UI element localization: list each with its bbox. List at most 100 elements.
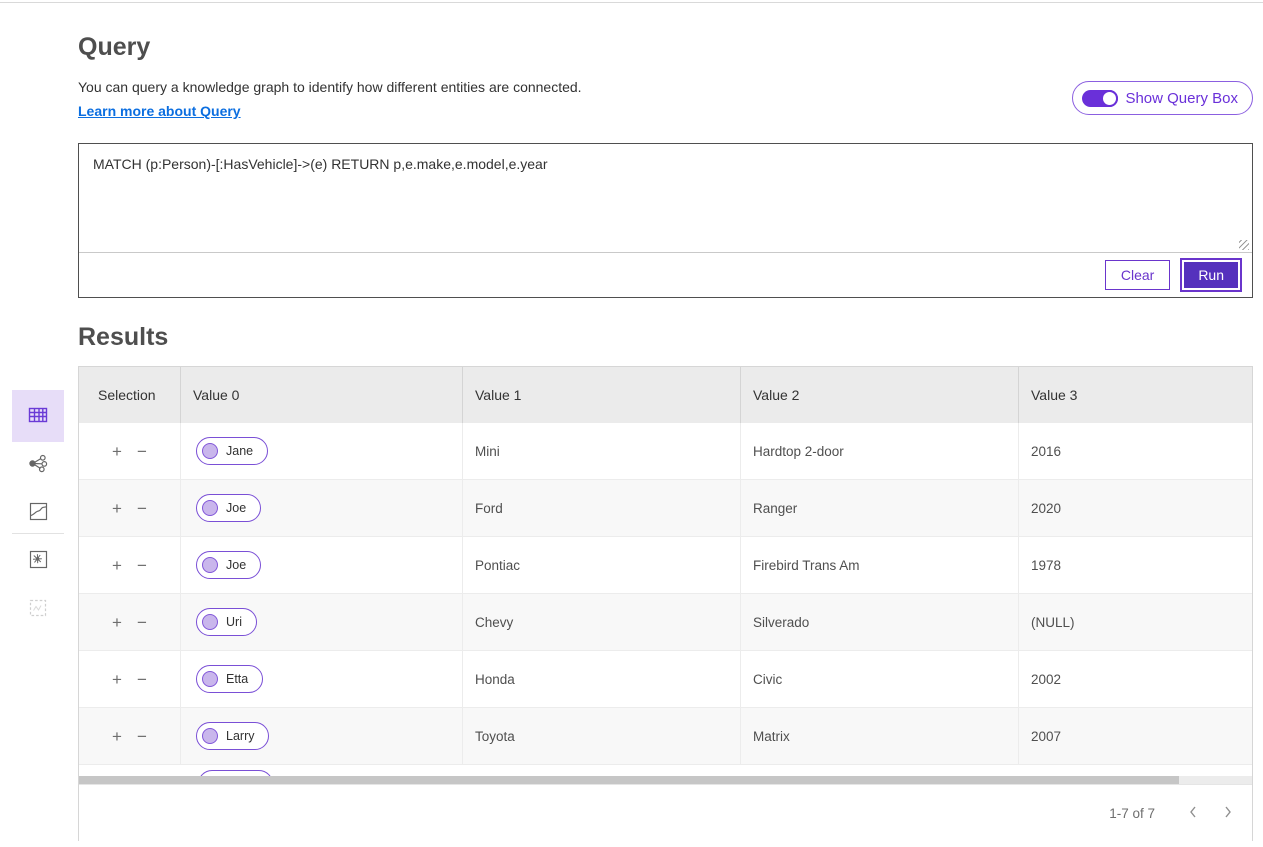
entity-cell: Joe (181, 480, 463, 536)
value1-cell: Toyota (463, 708, 741, 764)
value2-cell: Ranger (741, 480, 1019, 536)
horizontal-scrollbar[interactable] (79, 776, 1252, 784)
page-title: Query (78, 33, 150, 62)
column-header-value2: Value 2 (741, 367, 1019, 423)
column-header-value3: Value 3 (1019, 367, 1252, 423)
entity-name: Joe (226, 501, 246, 515)
value1-cell: Honda (463, 651, 741, 707)
entity-node-icon (202, 443, 218, 459)
map-icon (29, 502, 48, 524)
value1-cell: Ford (463, 480, 741, 536)
selection-cell: + − (79, 651, 181, 707)
selection-cell: + − (79, 537, 181, 593)
entity-cell: Larry (181, 708, 463, 764)
top-divider (0, 2, 1263, 3)
query-input[interactable]: MATCH (p:Person)-[:HasVehicle]->(e) RETU… (79, 144, 1252, 252)
entity-name: Jane (226, 444, 253, 458)
page-description: You can query a knowledge graph to ident… (78, 79, 582, 95)
add-to-selection-button[interactable]: + (112, 443, 122, 460)
table-row-partial (79, 765, 1252, 776)
chevron-left-icon (1188, 805, 1198, 822)
table-icon (28, 405, 48, 428)
sidebar-item-new-map-view[interactable] (12, 537, 64, 585)
toggle-label: Show Query Box (1125, 90, 1238, 107)
selection-cell: + − (79, 480, 181, 536)
sidebar-item-selection-grid-view-disabled (12, 585, 64, 633)
value2-cell: Silverado (741, 594, 1019, 650)
sidebar-item-link-chart-view[interactable] (12, 441, 64, 489)
remove-from-selection-button[interactable]: − (137, 614, 147, 631)
entity-node-icon (202, 728, 218, 744)
add-to-selection-button[interactable]: + (112, 557, 122, 574)
entity-chip[interactable]: Jane (196, 437, 268, 465)
value3-cell: 2007 (1019, 708, 1252, 764)
entity-chip[interactable]: Etta (196, 665, 263, 693)
remove-from-selection-button[interactable]: − (137, 443, 147, 460)
remove-from-selection-button[interactable]: − (137, 557, 147, 574)
table-row: + − Etta Honda Civic 2002 (79, 651, 1252, 708)
entity-chip[interactable]: Larry (196, 722, 269, 750)
table-row: + − Larry Toyota Matrix 2007 (79, 708, 1252, 765)
remove-from-selection-button[interactable]: − (137, 671, 147, 688)
sidebar-item-table-view[interactable] (12, 390, 64, 442)
results-title: Results (78, 323, 168, 352)
value3-cell: 1978 (1019, 537, 1252, 593)
new-map-icon (29, 550, 48, 572)
add-to-selection-button[interactable]: + (112, 671, 122, 688)
sidebar-divider (12, 533, 64, 534)
resize-grip-icon[interactable] (1239, 240, 1249, 250)
entity-cell: Jane (181, 423, 463, 479)
column-header-selection: Selection (79, 367, 181, 423)
table-body: + − Jane Mini Hardtop 2-door 2016 + − (79, 423, 1252, 776)
entity-name: Larry (226, 729, 254, 743)
column-header-value0: Value 0 (181, 367, 463, 423)
entity-cell: Joe (181, 537, 463, 593)
results-table: Selection Value 0 Value 1 Value 2 Value … (78, 366, 1253, 841)
table-header-row: Selection Value 0 Value 1 Value 2 Value … (79, 367, 1252, 423)
add-to-selection-button[interactable]: + (112, 728, 122, 745)
remove-from-selection-button[interactable]: − (137, 500, 147, 517)
table-row: + − Uri Chevy Silverado (NULL) (79, 594, 1252, 651)
table-row: + − Joe Pontiac Firebird Trans Am 1978 (79, 537, 1252, 594)
entity-node-icon (202, 500, 218, 516)
clear-button[interactable]: Clear (1105, 260, 1170, 290)
entity-name: Joe (226, 558, 246, 572)
entity-node-icon (202, 557, 218, 573)
value2-cell: Matrix (741, 708, 1019, 764)
selection-cell: + − (79, 594, 181, 650)
add-to-selection-button[interactable]: + (112, 500, 122, 517)
show-query-box-toggle[interactable]: Show Query Box (1072, 81, 1253, 115)
learn-more-link[interactable]: Learn more about Query (78, 103, 241, 119)
add-to-selection-button[interactable]: + (112, 614, 122, 631)
entity-cell: Uri (181, 594, 463, 650)
entity-chip[interactable]: Joe (196, 551, 261, 579)
value1-cell: Mini (463, 423, 741, 479)
chevron-right-icon (1223, 805, 1233, 822)
toggle-switch-icon[interactable] (1082, 90, 1118, 107)
table-footer: 1-7 of 7 (79, 784, 1252, 841)
column-header-value1: Value 1 (463, 367, 741, 423)
entity-name: Etta (226, 672, 248, 686)
value2-cell: Firebird Trans Am (741, 537, 1019, 593)
toggle-knob (1101, 90, 1118, 107)
remove-from-selection-button[interactable]: − (137, 728, 147, 745)
entity-node-icon (202, 671, 218, 687)
entity-chip[interactable]: Uri (196, 608, 257, 636)
value1-cell: Chevy (463, 594, 741, 650)
entity-chip[interactable]: Joe (196, 494, 261, 522)
value3-cell: 2002 (1019, 651, 1252, 707)
value2-cell: Hardtop 2-door (741, 423, 1019, 479)
sidebar-item-map-view[interactable] (12, 489, 64, 537)
value1-cell: Pontiac (463, 537, 741, 593)
previous-page-button[interactable] (1184, 803, 1202, 824)
selection-cell: + − (79, 708, 181, 764)
entity-node-icon (202, 614, 218, 630)
run-button[interactable]: Run (1182, 260, 1240, 290)
query-panel: MATCH (p:Person)-[:HasVehicle]->(e) RETU… (78, 143, 1253, 298)
value3-cell: 2016 (1019, 423, 1252, 479)
scrollbar-thumb[interactable] (79, 776, 1179, 784)
selection-cell (79, 765, 181, 776)
table-row: + − Joe Ford Ranger 2020 (79, 480, 1252, 537)
entity-cell: Etta (181, 651, 463, 707)
next-page-button[interactable] (1219, 803, 1237, 824)
